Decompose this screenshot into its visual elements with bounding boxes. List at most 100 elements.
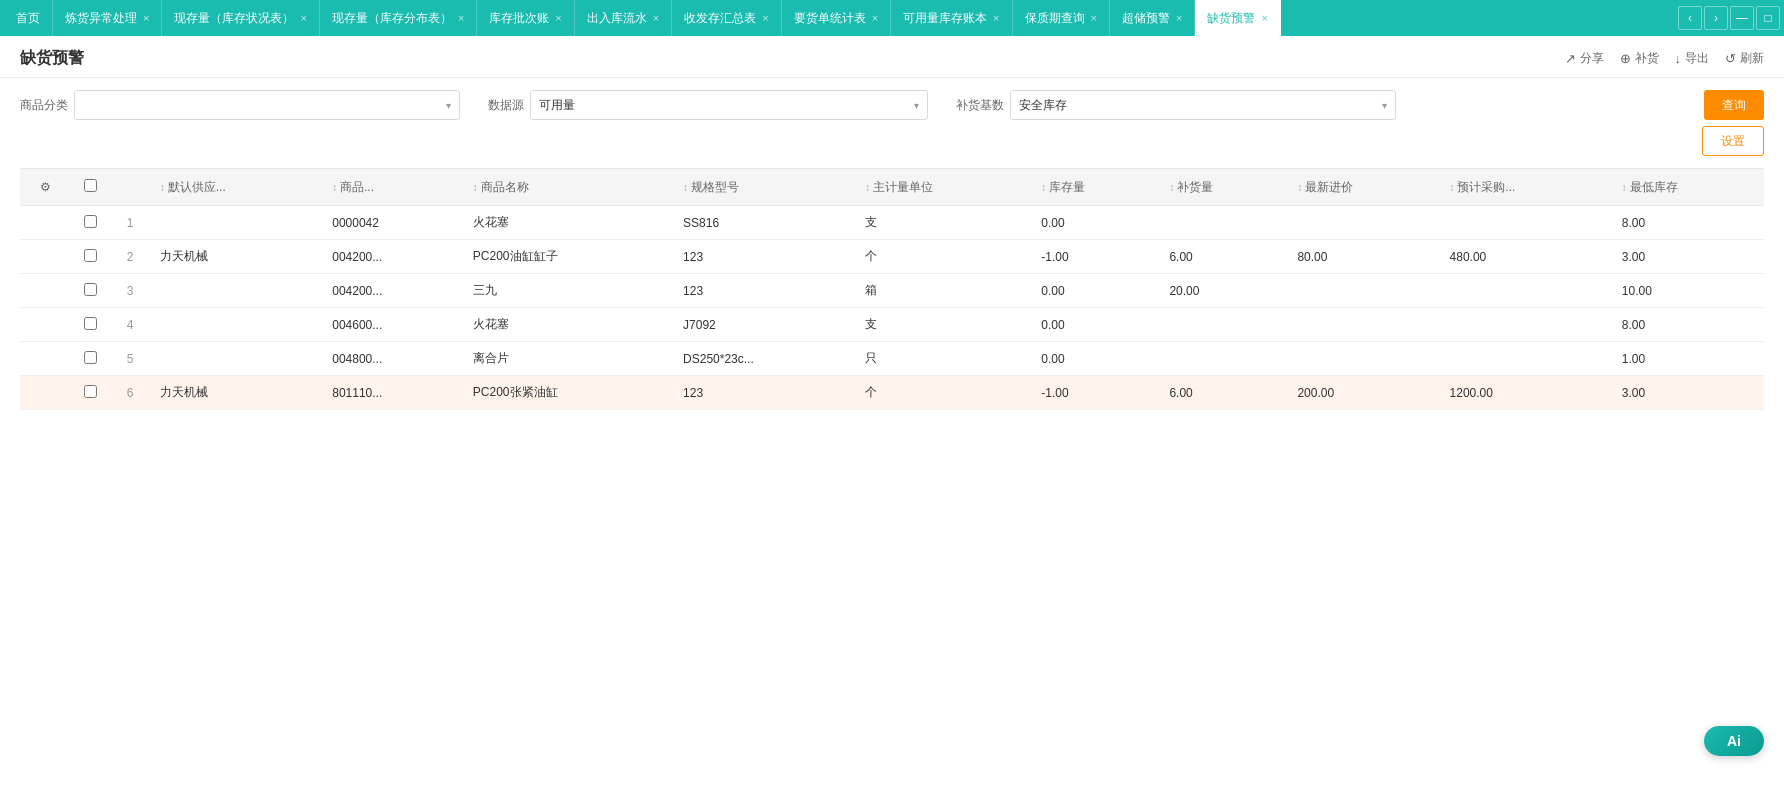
share-button[interactable]: ↗ 分享 xyxy=(1565,50,1604,67)
row-product-code-4: 004800... xyxy=(322,342,463,376)
unit-column-label: 主计量单位 xyxy=(873,180,933,194)
row-checkbox-0[interactable] xyxy=(84,215,97,228)
min-stock-column-header[interactable]: 最低库存 xyxy=(1612,169,1764,206)
tab-exception-close[interactable]: × xyxy=(143,12,149,24)
tab-inout-flow-close[interactable]: × xyxy=(653,12,659,24)
row-checkbox-cell-2[interactable] xyxy=(70,274,110,308)
row-unit-2: 箱 xyxy=(855,274,1031,308)
row-checkbox-2[interactable] xyxy=(84,283,97,296)
tab-available-ledger[interactable]: 可用量库存账本 × xyxy=(891,0,1012,36)
tab-collect-summary-close[interactable]: × xyxy=(762,12,768,24)
table-container: ⚙ 默认供应... 商品... 商品名称 xyxy=(0,168,1784,410)
select-all-checkbox[interactable] xyxy=(84,179,97,192)
row-stock-2: 0.00 xyxy=(1031,274,1159,308)
tab-inventory-dist-close[interactable]: × xyxy=(458,12,464,24)
checkbox-column-header[interactable] xyxy=(70,169,110,206)
row-checkbox-cell-3[interactable] xyxy=(70,308,110,342)
tab-minimize-button[interactable]: — xyxy=(1730,6,1754,30)
row-checkbox-1[interactable] xyxy=(84,249,97,262)
tab-available-ledger-close[interactable]: × xyxy=(993,12,999,24)
tab-batch-account-close[interactable]: × xyxy=(555,12,561,24)
row-product-code-1: 004200... xyxy=(322,240,463,274)
gear-icon[interactable]: ⚙ xyxy=(35,177,55,197)
tab-collect-summary[interactable]: 收发存汇总表 × xyxy=(672,0,781,36)
tab-overstock-close[interactable]: × xyxy=(1176,12,1182,24)
gear-column-header[interactable]: ⚙ xyxy=(20,169,70,206)
tab-maximize-button[interactable]: □ xyxy=(1756,6,1780,30)
replenish-qty-column-header[interactable]: 补货量 xyxy=(1159,169,1287,206)
tab-inventory-status-close[interactable]: × xyxy=(300,12,306,24)
unit-column-header[interactable]: 主计量单位 xyxy=(855,169,1031,206)
category-filter-label: 商品分类 xyxy=(20,97,68,114)
row-checkbox-3[interactable] xyxy=(84,317,97,330)
tab-batch-account[interactable]: 库存批次账 × xyxy=(477,0,574,36)
replenish-base-arrow-icon: ▾ xyxy=(1382,100,1387,111)
replenish-qty-column-label: 补货量 xyxy=(1177,180,1213,194)
row-checkbox-cell-1[interactable] xyxy=(70,240,110,274)
row-stock-0: 0.00 xyxy=(1031,206,1159,240)
tab-shortage-label: 缺货预警 xyxy=(1207,10,1255,27)
tab-shortage-close[interactable]: × xyxy=(1261,12,1267,24)
row-checkbox-cell-4[interactable] xyxy=(70,342,110,376)
tab-expiry-query-close[interactable]: × xyxy=(1091,12,1097,24)
supplier-column-header[interactable]: 默认供应... xyxy=(150,169,322,206)
tab-order-stats[interactable]: 要货单统计表 × xyxy=(782,0,891,36)
tab-expiry-query[interactable]: 保质期查询 × xyxy=(1013,0,1110,36)
replenish-base-filter-select[interactable]: 安全库存 ▾ xyxy=(1010,90,1396,120)
tab-available-ledger-label: 可用量库存账本 xyxy=(903,10,987,27)
product-name-column-header[interactable]: 商品名称 xyxy=(463,169,673,206)
tab-inventory-status-label: 现存量（库存状况表） xyxy=(174,10,294,27)
refresh-button[interactable]: ↺ 刷新 xyxy=(1725,50,1764,67)
product-name-column-label: 商品名称 xyxy=(481,180,529,194)
est-purchase-column-header[interactable]: 预计采购... xyxy=(1440,169,1612,206)
data-table: ⚙ 默认供应... 商品... 商品名称 xyxy=(20,168,1764,410)
tab-collect-summary-label: 收发存汇总表 xyxy=(684,10,756,27)
product-code-column-header[interactable]: 商品... xyxy=(322,169,463,206)
row-spec-3: J7092 xyxy=(673,308,855,342)
tab-order-stats-close[interactable]: × xyxy=(872,12,878,24)
est-purchase-column-label: 预计采购... xyxy=(1457,180,1515,194)
tab-exception[interactable]: 炼货异常处理 × xyxy=(53,0,162,36)
tab-overstock[interactable]: 超储预警 × xyxy=(1110,0,1195,36)
replenish-icon: ⊕ xyxy=(1620,51,1631,66)
tab-inout-flow[interactable]: 出入库流水 × xyxy=(575,0,672,36)
stock-column-header[interactable]: 库存量 xyxy=(1031,169,1159,206)
row-stock-3: 0.00 xyxy=(1031,308,1159,342)
tab-home[interactable]: 首页 xyxy=(4,0,53,36)
datasource-select-value: 可用量 xyxy=(539,97,575,114)
query-button[interactable]: 查询 xyxy=(1704,90,1764,120)
row-checkbox-5[interactable] xyxy=(84,385,97,398)
export-button[interactable]: ↓ 导出 xyxy=(1675,50,1710,67)
tab-shortage[interactable]: 缺货预警 × xyxy=(1195,0,1280,36)
row-stock-1: -1.00 xyxy=(1031,240,1159,274)
tab-next-button[interactable]: › xyxy=(1704,6,1728,30)
tab-inventory-status[interactable]: 现存量（库存状况表） × xyxy=(162,0,319,36)
tab-inventory-dist[interactable]: 现存量（库存分布表） × xyxy=(320,0,477,36)
datasource-filter-select[interactable]: 可用量 ▾ xyxy=(530,90,928,120)
row-min-stock-4: 1.00 xyxy=(1612,342,1764,376)
row-stock-4: 0.00 xyxy=(1031,342,1159,376)
ai-badge[interactable]: Ai xyxy=(1704,726,1764,756)
category-filter-select[interactable]: ▾ xyxy=(74,90,460,120)
settings-button[interactable]: 设置 xyxy=(1702,126,1764,156)
row-product-name-2: 三九 xyxy=(463,274,673,308)
row-est-purchase-4 xyxy=(1440,342,1612,376)
row-product-code-2: 004200... xyxy=(322,274,463,308)
row-min-stock-5: 3.00 xyxy=(1612,376,1764,410)
tab-home-label: 首页 xyxy=(16,10,40,27)
row-checkbox-cell-0[interactable] xyxy=(70,206,110,240)
tab-prev-button[interactable]: ‹ xyxy=(1678,6,1702,30)
table-row: 1 0000042 火花塞 SS816 支 0.00 8.00 xyxy=(20,206,1764,240)
row-checkbox-4[interactable] xyxy=(84,351,97,364)
table-header-row: ⚙ 默认供应... 商品... 商品名称 xyxy=(20,169,1764,206)
row-min-stock-3: 8.00 xyxy=(1612,308,1764,342)
spec-column-header[interactable]: 规格型号 xyxy=(673,169,855,206)
share-icon: ↗ xyxy=(1565,51,1576,66)
row-est-purchase-0 xyxy=(1440,206,1612,240)
latest-price-column-header[interactable]: 最新进价 xyxy=(1287,169,1439,206)
tab-expiry-query-label: 保质期查询 xyxy=(1025,10,1085,27)
rownum-column-header xyxy=(110,169,150,206)
row-checkbox-cell-5[interactable] xyxy=(70,376,110,410)
replenish-button[interactable]: ⊕ 补货 xyxy=(1620,50,1659,67)
row-product-code-5: 801110... xyxy=(322,376,463,410)
